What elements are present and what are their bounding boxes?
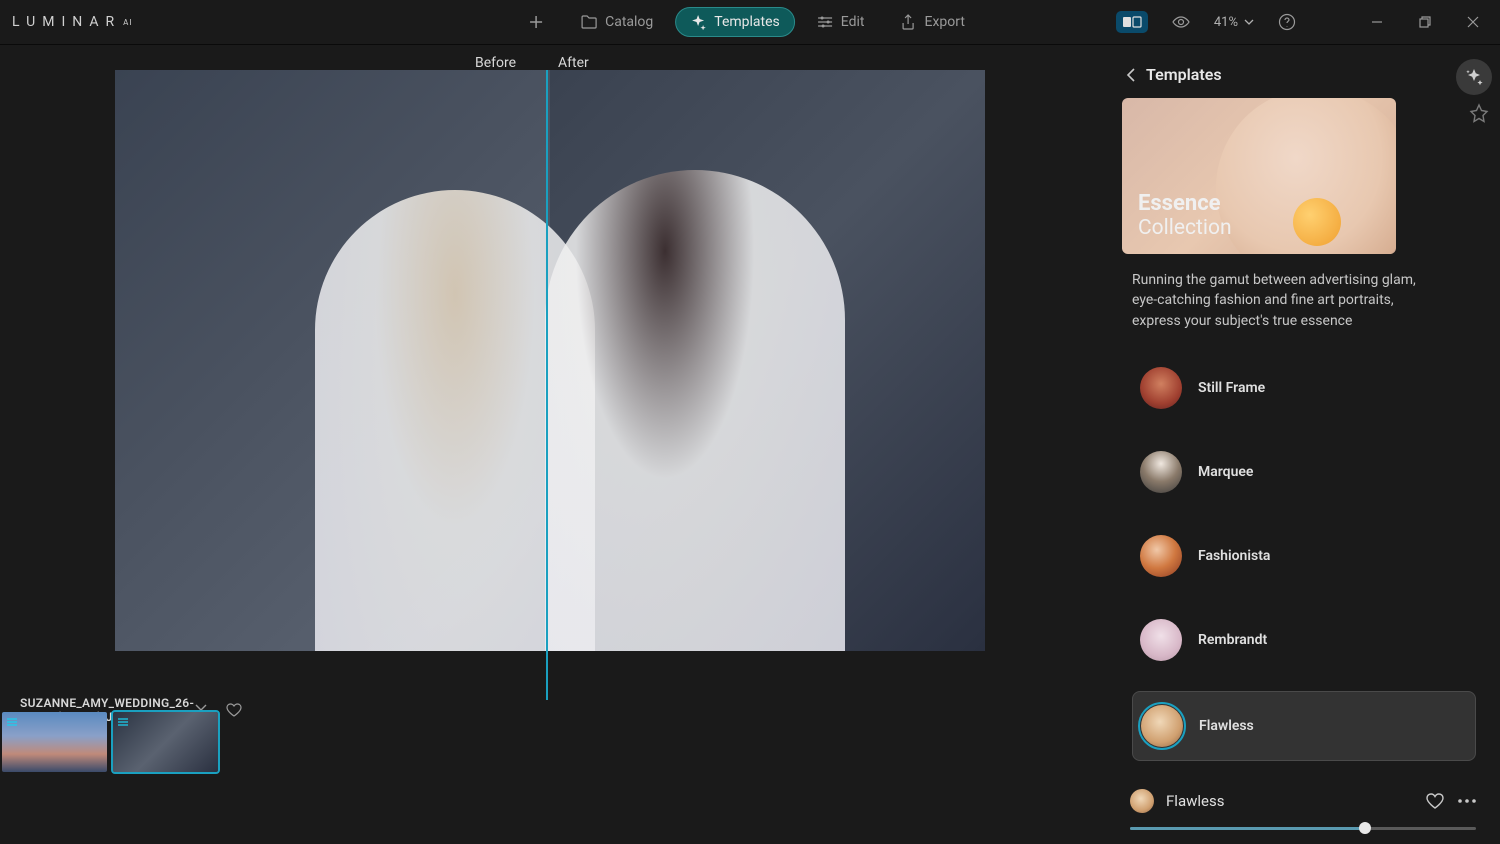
more-icon	[1458, 799, 1476, 803]
applied-thumbnail	[1130, 789, 1154, 813]
template-name: Marquee	[1198, 464, 1253, 480]
app-suffix: AI	[123, 18, 132, 27]
collection-subtitle: Collection	[1138, 216, 1232, 240]
nav-label: Templates	[714, 14, 780, 30]
compare-icon	[1122, 15, 1142, 29]
nav-label: Export	[924, 14, 964, 30]
main-nav: Catalog Templates Edit Export	[521, 7, 979, 37]
template-name: Flawless	[1199, 718, 1254, 734]
help-button[interactable]	[1272, 7, 1302, 37]
applied-template-bar: Flawless	[1130, 789, 1476, 830]
template-thumbnail	[1140, 367, 1182, 409]
intensity-slider[interactable]	[1130, 827, 1476, 830]
chevron-left-icon	[1126, 67, 1136, 83]
minimize-icon	[1371, 16, 1383, 28]
template-thumbnail	[1140, 535, 1182, 577]
sparkle-icon	[690, 14, 706, 30]
before-label: Before	[475, 55, 516, 71]
compare-divider-extension	[546, 90, 548, 700]
heart-icon	[226, 703, 242, 717]
template-item-flawless[interactable]: Flawless	[1132, 691, 1476, 761]
canvas-area: Before After SUZANNE_AMY_WEDDING_26-09-2…	[0, 45, 1102, 844]
template-list: Still Frame Marquee Fashionista Rembrand…	[1102, 355, 1500, 761]
edited-badge-icon	[116, 715, 130, 729]
slider-fill	[1130, 827, 1365, 830]
compare-view-toggle[interactable]	[1116, 11, 1148, 33]
maximize-button[interactable]	[1410, 7, 1440, 37]
sidebar-title: Templates	[1146, 65, 1222, 84]
template-menu-button[interactable]	[1458, 799, 1476, 803]
template-thumbnail	[1140, 619, 1182, 661]
template-item-rembrandt[interactable]: Rembrandt	[1132, 607, 1476, 673]
favorite-button[interactable]	[226, 703, 242, 717]
nav-label: Edit	[841, 14, 865, 30]
maximize-icon	[1419, 16, 1431, 28]
right-controls: 41%	[1116, 7, 1488, 37]
titlebar: LUMINARAI Catalog Templates Edit Export	[0, 0, 1500, 45]
collection-title: Essence	[1138, 192, 1232, 216]
app-name: LUMINAR	[12, 14, 121, 30]
template-item-marquee[interactable]: Marquee	[1132, 439, 1476, 505]
template-item-still-frame[interactable]: Still Frame	[1132, 355, 1476, 421]
back-button[interactable]	[1126, 67, 1136, 83]
nav-edit[interactable]: Edit	[803, 8, 879, 36]
eye-icon	[1171, 15, 1191, 29]
template-thumbnail	[1141, 705, 1183, 747]
add-button[interactable]	[521, 7, 551, 37]
sparkle-icon	[1464, 67, 1484, 87]
minimize-button[interactable]	[1362, 7, 1392, 37]
template-name: Fashionista	[1198, 548, 1270, 564]
zoom-control[interactable]: 41%	[1214, 15, 1254, 30]
nav-catalog[interactable]: Catalog	[567, 8, 667, 36]
edited-badge-icon	[5, 715, 19, 729]
applied-template-name: Flawless	[1166, 792, 1414, 810]
collection-card[interactable]: Essence Collection	[1122, 98, 1396, 254]
chevron-down-icon	[1244, 19, 1254, 25]
template-thumbnail	[1140, 451, 1182, 493]
folder-icon	[581, 14, 597, 30]
app-logo: LUMINARAI	[12, 14, 133, 30]
help-icon	[1278, 13, 1296, 31]
after-label: After	[558, 55, 589, 71]
ai-suggestions-button[interactable]	[1456, 59, 1492, 95]
template-name: Rembrandt	[1198, 632, 1267, 648]
plus-icon	[528, 14, 544, 30]
close-icon	[1467, 16, 1479, 28]
slider-thumb[interactable]	[1359, 822, 1371, 834]
filmstrip	[2, 712, 218, 772]
favorite-template-button[interactable]	[1426, 793, 1444, 809]
nav-templates[interactable]: Templates	[675, 7, 795, 37]
favorite-collection-button[interactable]	[1468, 103, 1490, 125]
thumbnail[interactable]	[2, 712, 107, 772]
templates-sidebar: Templates Essence Collection Running the…	[1102, 45, 1500, 844]
template-name: Still Frame	[1198, 380, 1265, 396]
zoom-value: 41%	[1214, 15, 1238, 30]
heart-icon	[1426, 793, 1444, 809]
nav-label: Catalog	[605, 14, 653, 30]
export-icon	[900, 14, 916, 30]
collection-description: Running the gamut between advertising gl…	[1132, 270, 1442, 331]
image-viewport[interactable]	[115, 70, 985, 651]
nav-export[interactable]: Export	[886, 8, 978, 36]
preview-button[interactable]	[1166, 7, 1196, 37]
close-button[interactable]	[1458, 7, 1488, 37]
template-item-fashionista[interactable]: Fashionista	[1132, 523, 1476, 589]
star-icon	[1468, 103, 1490, 125]
thumbnail[interactable]	[113, 712, 218, 772]
sliders-icon	[817, 14, 833, 30]
